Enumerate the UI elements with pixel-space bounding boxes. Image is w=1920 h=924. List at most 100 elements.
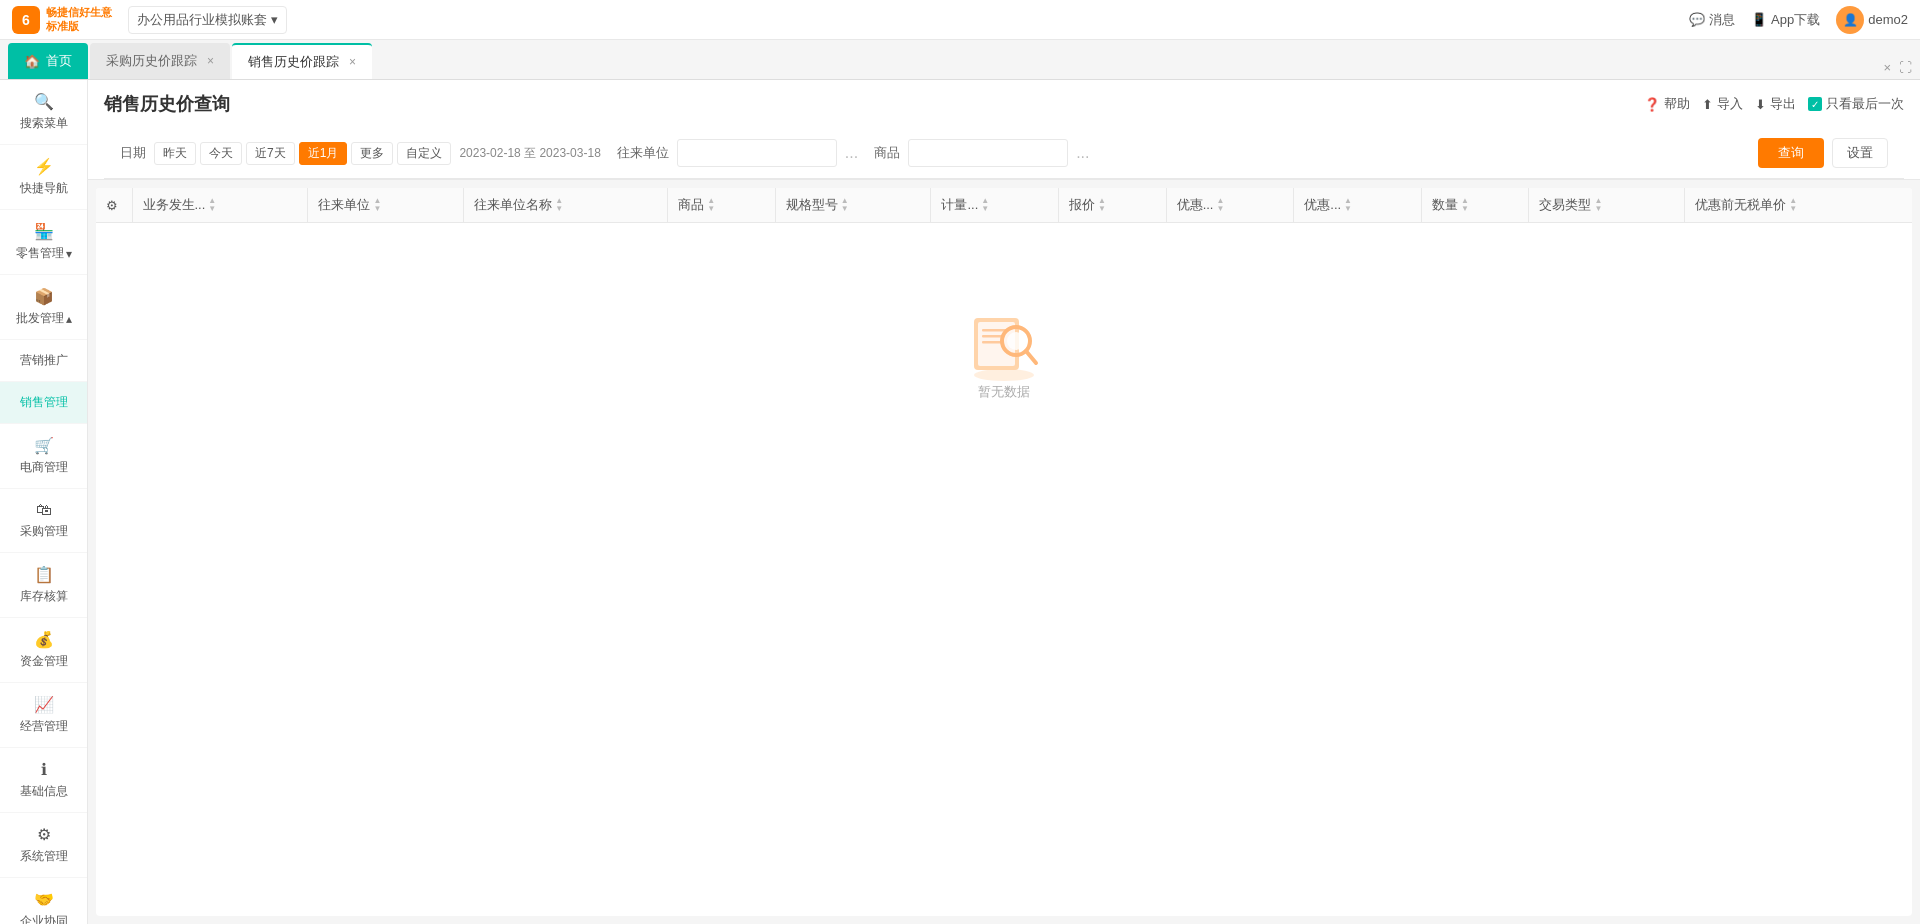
sidebar-item-quicknav[interactable]: ⚡ 快捷导航 xyxy=(0,145,87,210)
sidebar-item-purchase[interactable]: 🛍 采购管理 xyxy=(0,489,87,553)
date-btn-more[interactable]: 更多 xyxy=(351,142,393,165)
tab-close-all[interactable]: × xyxy=(1883,60,1891,75)
checkbox-checked-icon: ✓ xyxy=(1808,97,1822,111)
empty-text: 暂无数据 xyxy=(978,383,1030,401)
svg-point-0 xyxy=(974,369,1034,381)
sidebar-item-ecommerce[interactable]: 🛒 电商管理 xyxy=(0,424,87,489)
date-btn-yesterday[interactable]: 昨天 xyxy=(154,142,196,165)
sort-arrows-trade-type: ▲▼ xyxy=(1594,197,1602,213)
th-quantity[interactable]: 数量 ▲▼ xyxy=(1421,188,1529,223)
chevron-down-icon: ▾ xyxy=(66,247,72,261)
th-unit-label: 计量... xyxy=(941,196,978,214)
svg-rect-3 xyxy=(982,329,1007,332)
th-discount1-label: 优惠... xyxy=(1177,196,1214,214)
svg-line-8 xyxy=(1026,351,1036,363)
page-header: 销售历史价查询 ❓ 帮助 ⬆ 导入 ⬇ 导出 ✓ xyxy=(88,80,1920,180)
date-btn-today[interactable]: 今天 xyxy=(200,142,242,165)
sidebar-item-wholesale[interactable]: 📦 批发管理 ▴ xyxy=(0,275,87,340)
app-download-action[interactable]: 📱 App下载 xyxy=(1751,11,1820,29)
search-icon: 🔍 xyxy=(34,92,54,111)
sidebar-item-basics[interactable]: ℹ 基础信息 xyxy=(0,748,87,813)
user-action[interactable]: 👤 demo2 xyxy=(1836,6,1908,34)
tab-sales-close[interactable]: × xyxy=(349,55,356,69)
th-spec[interactable]: 规格型号 ▲▼ xyxy=(775,188,931,223)
th-discount2-sort: 优惠... ▲▼ xyxy=(1304,196,1411,214)
sidebar-item-finance[interactable]: 💰 资金管理 xyxy=(0,618,87,683)
th-discount2-label: 优惠... xyxy=(1304,196,1341,214)
empty-state: 暂无数据 xyxy=(96,223,1912,481)
th-discount2[interactable]: 优惠... ▲▼ xyxy=(1294,188,1422,223)
th-trade-type[interactable]: 交易类型 ▲▼ xyxy=(1529,188,1685,223)
sidebar-item-search[interactable]: 🔍 搜索菜单 xyxy=(0,80,87,145)
purchase-icon: 🛍 xyxy=(36,501,52,519)
data-table: ⚙ 业务发生... ▲▼ 往来单位 ▲▼ xyxy=(96,188,1912,481)
page-title-row: 销售历史价查询 ❓ 帮助 ⬆ 导入 ⬇ 导出 ✓ xyxy=(104,92,1904,116)
filter-bar: 日期 昨天 今天 近7天 近1月 更多 自定义 2023-02-18 至 202… xyxy=(104,128,1904,179)
sidebar-item-system-label: 系统管理 xyxy=(20,848,68,865)
th-gear[interactable]: ⚙ xyxy=(96,188,132,223)
help-icon: ❓ xyxy=(1644,97,1660,112)
sidebar-item-collab-label: 企业协同 xyxy=(20,913,68,924)
product-filter-label: 商品 xyxy=(874,144,900,162)
avatar: 👤 xyxy=(1836,6,1864,34)
th-unit[interactable]: 计量... ▲▼ xyxy=(931,188,1059,223)
message-action[interactable]: 💬 消息 xyxy=(1689,11,1735,29)
source-input[interactable] xyxy=(677,139,837,167)
product-input[interactable] xyxy=(908,139,1068,167)
source-filter-group: 往来单位 ... xyxy=(617,139,858,167)
sidebar-item-inventory[interactable]: 📋 库存核算 xyxy=(0,553,87,618)
th-quantity-sort: 数量 ▲▼ xyxy=(1432,196,1519,214)
help-action[interactable]: ❓ 帮助 xyxy=(1644,95,1690,113)
product-dots[interactable]: ... xyxy=(1076,144,1089,162)
table-header-row: ⚙ 业务发生... ▲▼ 往来单位 ▲▼ xyxy=(96,188,1912,223)
fullscreen-icon[interactable]: ⛶ xyxy=(1899,60,1912,75)
workspace-selector[interactable]: 办公用品行业模拟账套 ▾ xyxy=(128,6,287,34)
sidebar-item-marketing[interactable]: 营销推广 xyxy=(0,340,87,382)
th-pretax-price[interactable]: 优惠前无税单价 ▲▼ xyxy=(1685,188,1912,223)
phone-icon: 📱 xyxy=(1751,12,1767,27)
sidebar-item-sales[interactable]: 销售管理 xyxy=(0,382,87,424)
ecommerce-icon: 🛒 xyxy=(34,436,54,455)
settings-button[interactable]: 设置 xyxy=(1832,138,1888,168)
tab-home[interactable]: 🏠 首页 xyxy=(8,43,88,79)
sidebar-item-inventory-label: 库存核算 xyxy=(20,588,68,605)
date-btn-custom[interactable]: 自定义 xyxy=(397,142,451,165)
sidebar-item-collab[interactable]: 🤝 企业协同 xyxy=(0,878,87,924)
th-trade-type-label: 交易类型 xyxy=(1539,196,1591,214)
th-trade-type-sort: 交易类型 ▲▼ xyxy=(1539,196,1674,214)
tab-purchase-close[interactable]: × xyxy=(207,54,214,68)
date-range-display: 2023-02-18 至 2023-03-18 xyxy=(459,145,600,162)
empty-illustration xyxy=(954,303,1054,383)
th-date[interactable]: 业务发生... ▲▼ xyxy=(132,188,308,223)
export-action[interactable]: ⬇ 导出 xyxy=(1755,95,1796,113)
date-btn-1month[interactable]: 近1月 xyxy=(299,142,348,165)
only-latest-checkbox[interactable]: ✓ 只看最后一次 xyxy=(1808,95,1904,113)
import-label: 导入 xyxy=(1717,95,1743,113)
date-btn-7days[interactable]: 近7天 xyxy=(246,142,295,165)
svg-point-7 xyxy=(1007,332,1025,350)
sidebar-item-operations[interactable]: 📈 经营管理 xyxy=(0,683,87,748)
chevron-up-icon: ▴ xyxy=(66,312,72,326)
th-product[interactable]: 商品 ▲▼ xyxy=(668,188,776,223)
th-partner-name[interactable]: 往来单位名称 ▲▼ xyxy=(464,188,668,223)
tab-purchase-history[interactable]: 采购历史价跟踪 × xyxy=(90,43,230,79)
sidebar-item-sales-label: 销售管理 xyxy=(20,394,68,411)
th-unit-sort: 计量... ▲▼ xyxy=(941,196,1048,214)
sidebar-item-retail[interactable]: 🏪 零售管理 ▾ xyxy=(0,210,87,275)
th-partner[interactable]: 往来单位 ▲▼ xyxy=(308,188,464,223)
th-pretax-price-sort: 优惠前无税单价 ▲▼ xyxy=(1695,196,1902,214)
sidebar-item-system[interactable]: ⚙ 系统管理 xyxy=(0,813,87,878)
th-price-label: 报价 xyxy=(1069,196,1095,214)
sidebar-item-finance-label: 资金管理 xyxy=(20,653,68,670)
quicknav-icon: ⚡ xyxy=(34,157,54,176)
th-price[interactable]: 报价 ▲▼ xyxy=(1059,188,1167,223)
table-body: 暂无数据 xyxy=(96,223,1912,482)
query-button[interactable]: 查询 xyxy=(1758,138,1824,168)
tab-sales-history[interactable]: 销售历史价跟踪 × xyxy=(232,43,372,79)
sidebar-item-search-label: 搜索菜单 xyxy=(20,115,68,132)
source-dots[interactable]: ... xyxy=(845,144,858,162)
import-action[interactable]: ⬆ 导入 xyxy=(1702,95,1743,113)
gear-icon[interactable]: ⚙ xyxy=(106,198,118,213)
logo-icon: 6 xyxy=(12,6,40,34)
th-discount1[interactable]: 优惠... ▲▼ xyxy=(1166,188,1294,223)
